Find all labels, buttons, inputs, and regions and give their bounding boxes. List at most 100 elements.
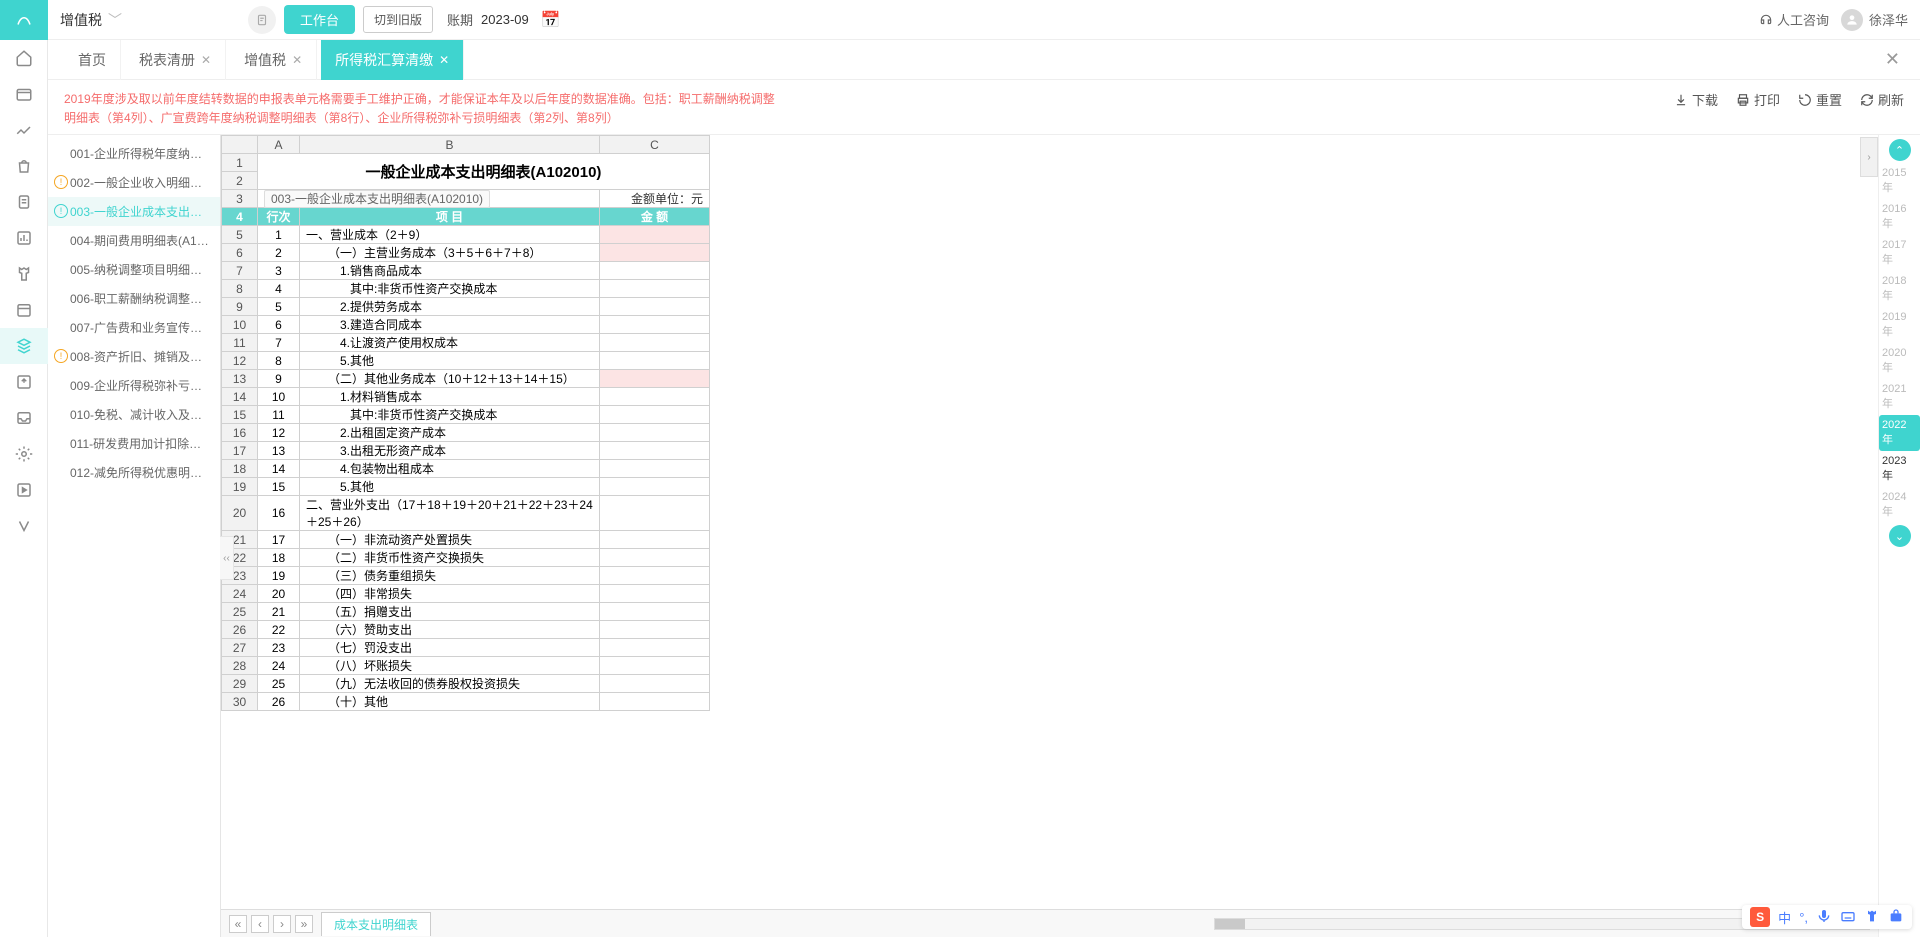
tab[interactable]: 首页 <box>64 40 121 80</box>
workbench-button[interactable]: 工作台 <box>284 5 355 34</box>
ime-skin-icon[interactable] <box>1864 908 1880 927</box>
cell-amount[interactable] <box>600 352 710 370</box>
col-header-b[interactable]: B <box>300 136 600 154</box>
cell-item[interactable]: （八）坏账损失 <box>300 657 600 675</box>
cell-amount[interactable] <box>600 657 710 675</box>
sheet-tab[interactable]: 成本支出明细表 <box>321 912 431 936</box>
cell-rownum[interactable]: 17 <box>258 531 300 549</box>
cell-amount[interactable] <box>600 621 710 639</box>
switch-old-button[interactable]: 切到旧版 <box>363 6 433 33</box>
cell-rownum[interactable]: 26 <box>258 693 300 711</box>
cell-item[interactable]: 5.其他 <box>300 352 600 370</box>
refresh-button[interactable]: 刷新 <box>1860 90 1904 109</box>
cell-rownum[interactable]: 24 <box>258 657 300 675</box>
form-nav-item[interactable]: 012-减免所得税优惠明细表(… <box>48 458 220 487</box>
cell-item[interactable]: （九）无法收回的债券股权投资损失 <box>300 675 600 693</box>
cell-rownum[interactable]: 2 <box>258 244 300 262</box>
cell-item[interactable]: 4.让渡资产使用权成本 <box>300 334 600 352</box>
doc-button[interactable] <box>248 6 276 34</box>
year-down-icon[interactable]: ⌄ <box>1889 525 1911 547</box>
sheet-nav-last[interactable]: » <box>295 915 313 933</box>
cell-amount[interactable] <box>600 603 710 621</box>
cell-item[interactable]: （一）非流动资产处置损失 <box>300 531 600 549</box>
nav-inbox-icon[interactable] <box>0 400 48 436</box>
cell-rownum[interactable]: 19 <box>258 567 300 585</box>
cell-amount[interactable] <box>600 298 710 316</box>
form-nav-item[interactable]: 004-期间费用明细表(A1040… <box>48 226 220 255</box>
tab[interactable]: 税表清册✕ <box>125 40 226 80</box>
cell-rownum[interactable]: 3 <box>258 262 300 280</box>
year-item[interactable]: 2022年 <box>1879 415 1920 451</box>
cell-rownum[interactable]: 18 <box>258 549 300 567</box>
print-button[interactable]: 打印 <box>1736 90 1780 109</box>
nav-clipboard-icon[interactable] <box>0 184 48 220</box>
nav-v-icon[interactable] <box>0 508 48 544</box>
close-icon[interactable]: ✕ <box>292 53 302 67</box>
cell-item[interactable]: 1.材料销售成本 <box>300 388 600 406</box>
nav-chart-icon[interactable] <box>0 112 48 148</box>
sheet-nav-prev[interactable]: ‹ <box>251 915 269 933</box>
cell-amount[interactable] <box>600 675 710 693</box>
form-nav-item[interactable]: 001-企业所得税年度纳税申… <box>48 139 220 168</box>
cell-rownum[interactable]: 7 <box>258 334 300 352</box>
cell-amount[interactable] <box>600 424 710 442</box>
sheet-nav-next[interactable]: › <box>273 915 291 933</box>
cell-amount[interactable] <box>600 226 710 244</box>
expand-rail-handle[interactable]: › <box>1860 137 1878 177</box>
cell-item[interactable]: 一、营业成本（2＋9） <box>300 226 600 244</box>
col-header-a[interactable]: A <box>258 136 300 154</box>
cell-item[interactable]: 二、营业外支出（17＋18＋19＋20＋21＋22＋23＋24＋25＋26） <box>300 496 600 531</box>
period-value[interactable]: 2023-09 <box>481 12 529 27</box>
form-nav-item[interactable]: 006-职工薪酬纳税调整明细… <box>48 284 220 313</box>
cell-rownum[interactable]: 6 <box>258 316 300 334</box>
nav-folder-icon[interactable] <box>0 76 48 112</box>
form-nav-item[interactable]: 011-研发费用加计扣除优惠… <box>48 429 220 458</box>
cell-item[interactable]: （五）捐赠支出 <box>300 603 600 621</box>
cell-rownum[interactable]: 23 <box>258 639 300 657</box>
cell-amount[interactable] <box>600 334 710 352</box>
cell-rownum[interactable]: 5 <box>258 298 300 316</box>
cell-rownum[interactable]: 13 <box>258 442 300 460</box>
cell-item[interactable]: （二）非货币性资产交换损失 <box>300 549 600 567</box>
cell-rownum[interactable]: 12 <box>258 424 300 442</box>
col-header-blank[interactable] <box>222 136 258 154</box>
form-nav-item[interactable]: 005-纳税调整项目明细表(A1… <box>48 255 220 284</box>
cell-amount[interactable] <box>600 280 710 298</box>
cell-amount[interactable] <box>600 693 710 711</box>
form-nav-item[interactable]: 002-一般企业收入明细表(A… <box>48 168 220 197</box>
nav-export-icon[interactable] <box>0 364 48 400</box>
col-header-c[interactable]: C <box>600 136 710 154</box>
category-dropdown[interactable]: 增值税 ﹀ <box>60 10 240 30</box>
nav-home-icon[interactable] <box>0 40 48 76</box>
cell-amount[interactable] <box>600 478 710 496</box>
cell-item[interactable]: 3.出租无形资产成本 <box>300 442 600 460</box>
cell-item[interactable]: 1.销售商品成本 <box>300 262 600 280</box>
form-nav-item[interactable]: 003-一般企业成本支出明细… <box>48 197 220 226</box>
cell-rownum[interactable]: 8 <box>258 352 300 370</box>
cell-item[interactable]: 4.包装物出租成本 <box>300 460 600 478</box>
collapse-handle[interactable]: ‹‹ <box>220 536 234 580</box>
form-nav-item[interactable]: 008-资产折旧、摊销及纳税… <box>48 342 220 371</box>
cell-rownum[interactable]: 25 <box>258 675 300 693</box>
cell-amount[interactable] <box>600 388 710 406</box>
cell-item[interactable]: 2.提供劳务成本 <box>300 298 600 316</box>
nav-calendar-icon[interactable] <box>0 292 48 328</box>
cell-item[interactable]: （六）赞助支出 <box>300 621 600 639</box>
ime-toolbar[interactable]: S 中 °, <box>1742 905 1912 929</box>
cell-rownum[interactable]: 1 <box>258 226 300 244</box>
cell-item[interactable]: （七）罚没支出 <box>300 639 600 657</box>
year-item[interactable]: 2023年 <box>1879 451 1920 487</box>
app-logo[interactable] <box>0 0 48 40</box>
calendar-icon[interactable]: 📅 <box>541 10 561 30</box>
cell-amount[interactable] <box>600 262 710 280</box>
cell-amount[interactable] <box>600 585 710 603</box>
cell-rownum[interactable]: 11 <box>258 406 300 424</box>
close-all-tabs[interactable]: ✕ <box>1881 45 1904 74</box>
cell-amount[interactable] <box>600 549 710 567</box>
download-button[interactable]: 下载 <box>1674 90 1718 109</box>
cell-item[interactable]: （十）其他 <box>300 693 600 711</box>
cell-amount[interactable] <box>600 460 710 478</box>
cell-amount[interactable] <box>600 639 710 657</box>
cell-amount[interactable] <box>600 316 710 334</box>
cell-amount[interactable] <box>600 370 710 388</box>
